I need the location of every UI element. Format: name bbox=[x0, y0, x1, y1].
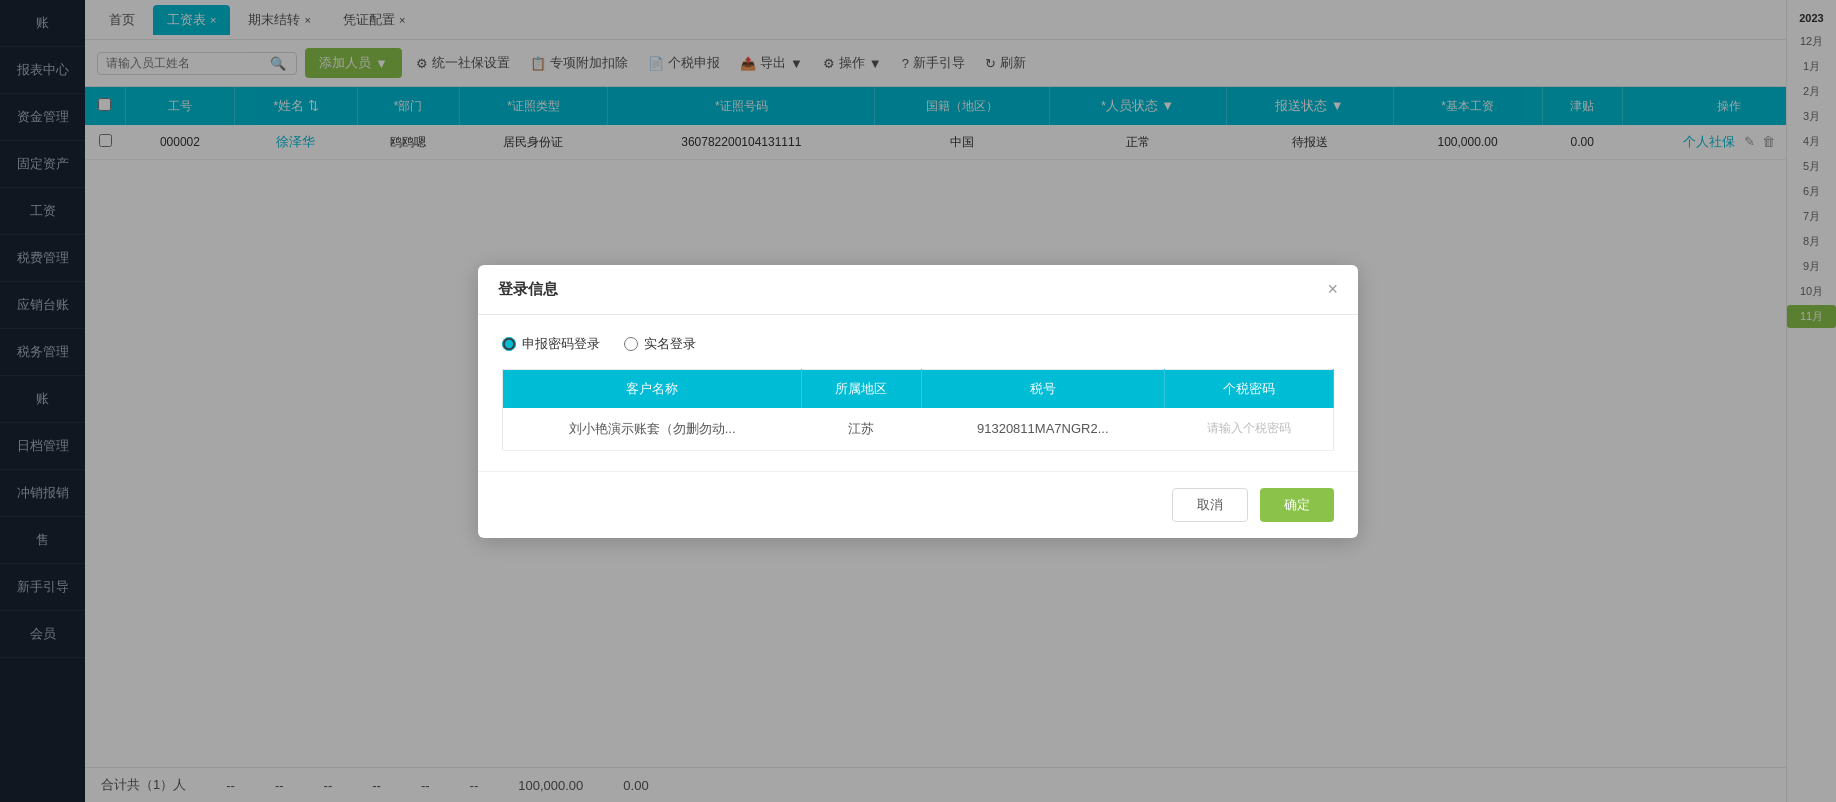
dialog-title: 登录信息 bbox=[498, 280, 558, 299]
password-placeholder-text: 请输入个税密码 bbox=[1207, 421, 1291, 435]
dialog-col-password: 个税密码 bbox=[1164, 369, 1333, 408]
confirm-button[interactable]: 确定 bbox=[1260, 488, 1334, 522]
dialog-footer: 取消 确定 bbox=[478, 471, 1358, 538]
client-info-table: 客户名称 所属地区 税号 个税密码 刘小艳演示账套（勿删勿动... 江苏 913… bbox=[502, 369, 1334, 451]
dialog-overlay: 登录信息 × 申报密码登录 实名登录 客户名称 所属地区 bbox=[0, 0, 1836, 802]
dialog-close-button[interactable]: × bbox=[1327, 279, 1338, 300]
dialog-cell-region: 江苏 bbox=[801, 408, 921, 451]
dialog-cell-client-name: 刘小艳演示账套（勿删勿动... bbox=[503, 408, 802, 451]
cancel-button[interactable]: 取消 bbox=[1172, 488, 1248, 522]
dialog-col-region: 所属地区 bbox=[801, 369, 921, 408]
dialog-cell-tax-id: 91320811MA7NGR2... bbox=[921, 408, 1164, 451]
radio-realname-login[interactable]: 实名登录 bbox=[624, 335, 696, 353]
dialog-col-client-name: 客户名称 bbox=[503, 369, 802, 408]
dialog-col-tax-id: 税号 bbox=[921, 369, 1164, 408]
dialog-body: 申报密码登录 实名登录 客户名称 所属地区 税号 个税密码 bbox=[478, 315, 1358, 471]
dialog-header: 登录信息 × bbox=[478, 265, 1358, 315]
radio-password-login[interactable]: 申报密码登录 bbox=[502, 335, 600, 353]
radio-password-input[interactable] bbox=[502, 337, 516, 351]
dialog-cell-password: 请输入个税密码 bbox=[1164, 408, 1333, 451]
login-type-radio-group: 申报密码登录 实名登录 bbox=[502, 335, 1334, 353]
login-dialog: 登录信息 × 申报密码登录 实名登录 客户名称 所属地区 bbox=[478, 265, 1358, 538]
radio-realname-input[interactable] bbox=[624, 337, 638, 351]
radio-password-label: 申报密码登录 bbox=[522, 335, 600, 353]
dialog-table-row: 刘小艳演示账套（勿删勿动... 江苏 91320811MA7NGR2... 请输… bbox=[503, 408, 1334, 451]
radio-realname-label: 实名登录 bbox=[644, 335, 696, 353]
